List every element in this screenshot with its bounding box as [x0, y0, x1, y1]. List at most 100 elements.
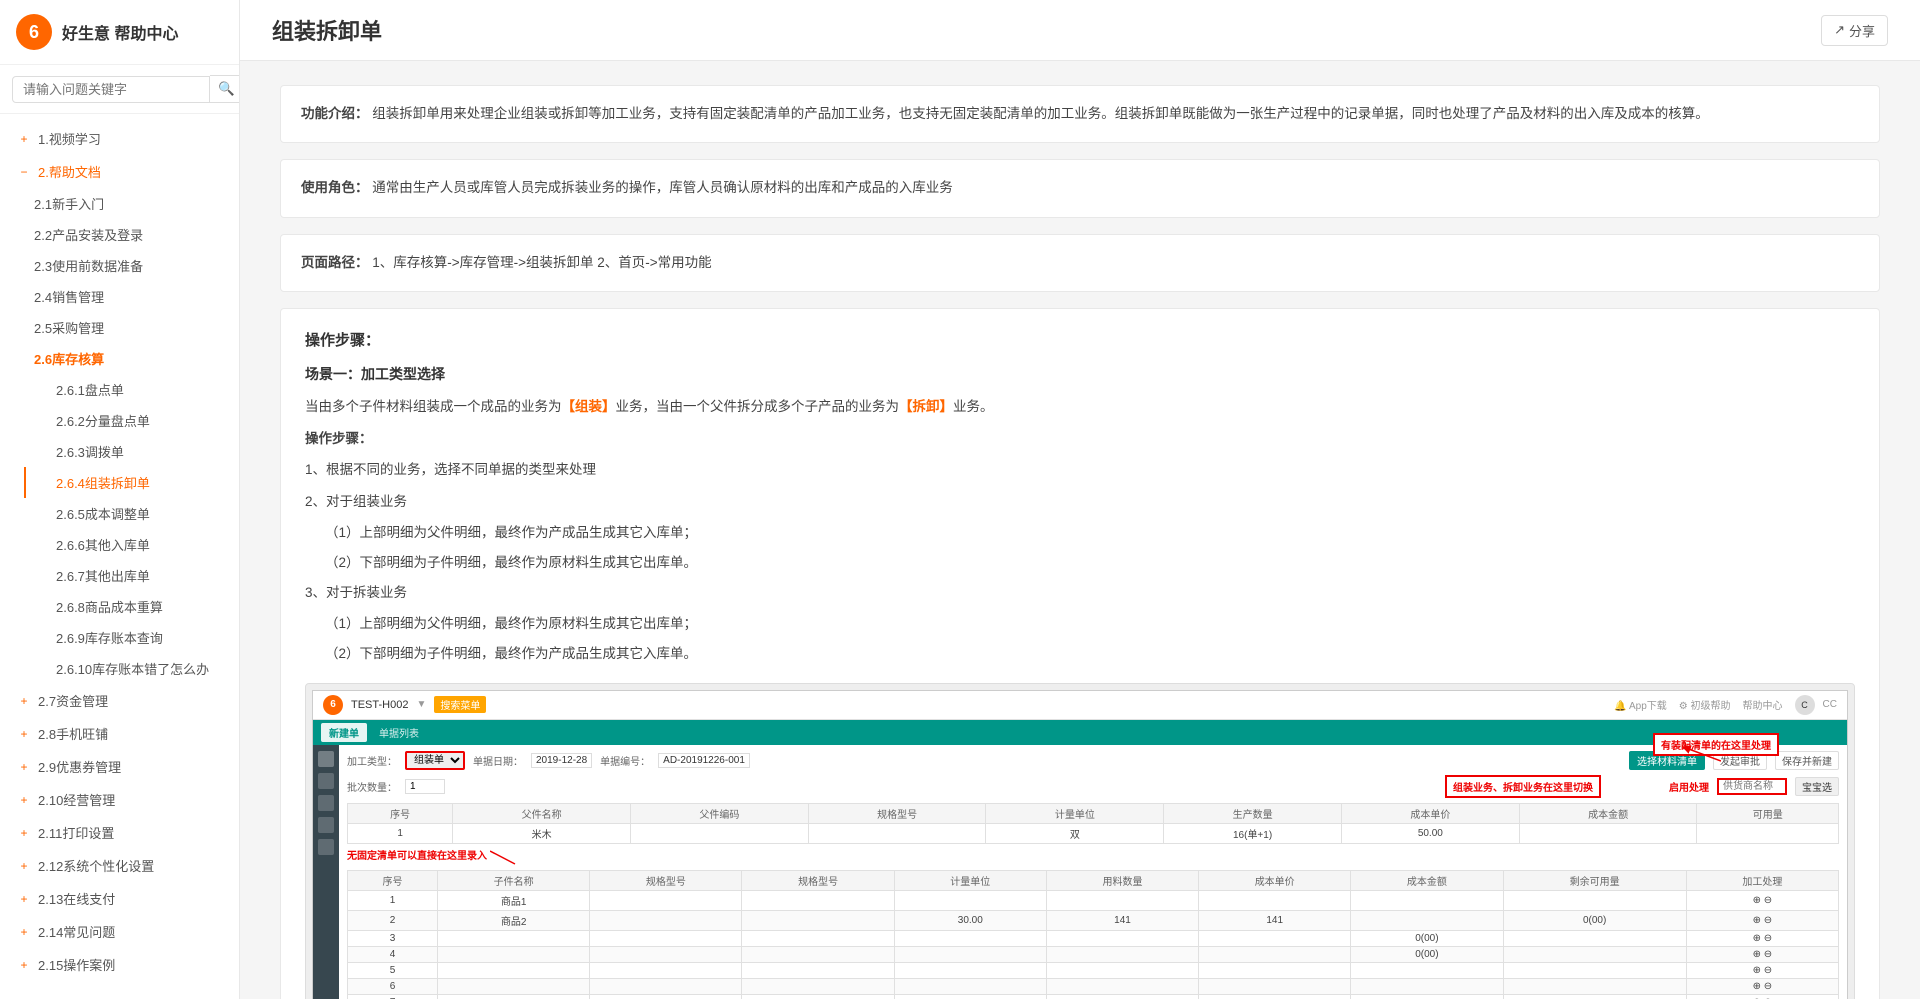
step2: 2、对于组装业务	[305, 489, 1855, 515]
mock-topbar: 6 TEST-H002 ▼ 搜索菜单 🔔 App下载 ⚙ 初级帮助 帮助中心 C…	[313, 691, 1847, 720]
th-amount: 成本金额	[1519, 803, 1697, 823]
sidebar-item-212[interactable]: + 2.12系统个性化设置	[0, 849, 239, 882]
mock-qty-input[interactable]	[405, 779, 445, 794]
sidebar-item-25[interactable]: 2.5采购管理	[24, 312, 239, 343]
page-title: 组装拆卸单	[272, 14, 382, 46]
plus-icon: +	[16, 131, 32, 147]
sidebar-item-label: 2.13在线支付	[38, 889, 115, 908]
sidebar-item-268[interactable]: 2.6.8商品成本重算	[24, 591, 239, 622]
mock-form-row1: 加工类型： 组装单 单据日期： 2019-12-28 单据编号： AD-2019…	[347, 751, 1839, 770]
sidebar-item-263[interactable]: 2.6.3调拨单	[24, 436, 239, 467]
sidebar-item-215[interactable]: + 2.15操作案例	[0, 948, 239, 981]
sidebar-item-210[interactable]: + 2.10经营管理	[0, 783, 239, 816]
mock-child-table: 序号 子件名称 规格型号 规格型号 计量单位 用料数量 成本单价 成本金额	[347, 870, 1839, 999]
sidebar-item-23[interactable]: 2.3使用前数据准备	[24, 250, 239, 281]
mock-select-btn2[interactable]: 宝宝选	[1795, 777, 1839, 796]
scene1-desc: 当由多个子件材料组装成一个成品的业务为【组装】业务，当由一个父件拆分成多个子产品…	[305, 394, 1855, 420]
mock-side-icon	[318, 751, 334, 767]
annotation-box-3: 启用处理	[1669, 779, 1709, 794]
sidebar-item-214[interactable]: + 2.14常见问题	[0, 915, 239, 948]
mock-side-icon4	[318, 817, 334, 833]
sidebar-item-265[interactable]: 2.6.5成本调整单	[24, 498, 239, 529]
mock-tab-list[interactable]: 单据列表	[371, 723, 427, 742]
sidebar-item-label: 2.7资金管理	[38, 691, 108, 710]
sidebar: 6 好生意 帮助中心 🔍 + 1.视频学习 − 2.帮助文档 2.1新手入门 2…	[0, 0, 240, 999]
mock-order-no: AD-20191226-001	[658, 753, 750, 768]
sidebar-item-27[interactable]: + 2.7资金管理	[0, 684, 239, 717]
logo-icon: 6	[16, 14, 52, 50]
sidebar-item-213[interactable]: + 2.13在线支付	[0, 882, 239, 915]
mock-form-row2: 批次数量： 组装业务、拆卸业务在这里切换 启用处理 宝宝选	[347, 775, 1839, 798]
search-input[interactable]	[12, 76, 210, 103]
sidebar-item-269[interactable]: 2.6.9库存账本查询	[24, 622, 239, 653]
sidebar-item-266[interactable]: 2.6.6其他入库单	[24, 529, 239, 560]
share-button[interactable]: ↗ 分享	[1821, 15, 1888, 46]
step1: 1、根据不同的业务，选择不同单据的类型来处理	[305, 457, 1855, 483]
sidebar-item-26[interactable]: 2.6库存核算	[24, 343, 239, 374]
search-box: 🔍	[0, 65, 239, 114]
sidebar-item-22[interactable]: 2.2产品安装及登录	[24, 219, 239, 250]
sidebar-item-docs[interactable]: − 2.帮助文档	[0, 155, 239, 188]
sidebar-item-261[interactable]: 2.6.1盘点单	[24, 374, 239, 405]
sidebar-item-24[interactable]: 2.4销售管理	[24, 281, 239, 312]
sidebar-item-264[interactable]: 2.6.4组装拆卸单	[24, 467, 239, 498]
mock-supplier-input[interactable]	[1717, 778, 1787, 795]
search-button[interactable]: 🔍	[210, 75, 240, 103]
sidebar-item-label: 2.帮助文档	[38, 162, 101, 181]
mock-body: 加工类型： 组装单 单据日期： 2019-12-28 单据编号： AD-2019…	[313, 745, 1847, 999]
mock-label-qty: 批次数量：	[347, 779, 397, 794]
step3-1: （1）上部明细为父件明细，最终作为原材料生成其它出库单；	[305, 611, 1855, 637]
func-intro-card: 功能介绍： 组装拆卸单用来处理企业组装或拆卸等加工业务，支持有固定装配清单的产品…	[280, 85, 1880, 143]
sidebar-item-label: 1.视频学习	[38, 129, 101, 148]
mock-tab-new[interactable]: 新建单	[321, 723, 367, 742]
sidebar-item-label: 2.11打印设置	[38, 823, 114, 842]
main-area: 组装拆卸单 ↗ 分享 功能介绍： 组装拆卸单用来处理企业组装或拆卸等加工业务，支…	[240, 0, 1920, 999]
mock-parent-row: 1 米木 双 16(单+1) 50.00	[348, 823, 1839, 843]
content-area: 功能介绍： 组装拆卸单用来处理企业组装或拆卸等加工业务，支持有固定装配清单的产品…	[240, 61, 1920, 999]
sidebar-item-28[interactable]: + 2.8手机旺铺	[0, 717, 239, 750]
sidebar-item-211[interactable]: + 2.11打印设置	[0, 816, 239, 849]
mock-search-btn[interactable]: 搜索菜单	[434, 696, 486, 713]
mock-child-row-2: 2 商品2 30.00 141 141 0	[348, 910, 1839, 930]
mock-type-select[interactable]: 组装单	[405, 751, 465, 770]
annotation-arrow4	[490, 846, 520, 866]
mock-child-row-7: 7 ⊕ ⊖	[348, 994, 1839, 999]
th-seq: 序号	[348, 803, 453, 823]
mock-form-area: 加工类型： 组装单 单据日期： 2019-12-28 单据编号： AD-2019…	[339, 745, 1847, 999]
sidebar-header: 6 好生意 帮助中心	[0, 0, 239, 65]
sidebar-item-29[interactable]: + 2.9优惠券管理	[0, 750, 239, 783]
func-intro-text: 组装拆卸单用来处理企业组装或拆卸等加工业务，支持有固定装配清单的产品加工业务，也…	[372, 106, 1709, 121]
th-qty: 生产数量	[1164, 803, 1342, 823]
main-header: 组装拆卸单 ↗ 分享	[240, 0, 1920, 61]
sidebar-item-262[interactable]: 2.6.2分量盘点单	[24, 405, 239, 436]
path-card: 页面路径： 1、库存核算->库存管理->组装拆卸单 2、首页->常用功能	[280, 234, 1880, 292]
mock-logo: 6	[323, 695, 343, 715]
annotation-box-2: 组装业务、拆卸业务在这里切换	[1445, 775, 1601, 798]
func-intro-label: 功能介绍：	[301, 106, 369, 121]
th-spec: 规格型号	[808, 803, 986, 823]
mock-side-icon2	[318, 773, 334, 789]
annotation-arrow1	[1681, 743, 1721, 763]
plus-icon: +	[16, 792, 32, 808]
mock-parent-table: 序号 父件名称 父件编码 规格型号 计量单位 生产数量 成本单价 成本金额	[347, 803, 1839, 844]
plus-icon: +	[16, 858, 32, 874]
sidebar-item-videos[interactable]: + 1.视频学习	[0, 122, 239, 155]
step3-2: （2）下部明细为子件明细，最终作为产成品生成其它入库单。	[305, 641, 1855, 667]
role-card: 使用角色： 通常由生产人员或库管人员完成拆装业务的操作，库管人员确认原材料的出库…	[280, 159, 1880, 217]
sidebar-item-2610[interactable]: 2.6.10库存账本错了怎么办	[24, 653, 239, 684]
mock-side-icon3	[318, 795, 334, 811]
mock-child-row-4: 40(00) ⊕ ⊖	[348, 946, 1839, 962]
mock-label-type: 加工类型：	[347, 753, 397, 768]
sidebar-item-label: 2.10经营管理	[38, 790, 115, 809]
sidebar-item-label: 2.9优惠券管理	[38, 757, 121, 776]
sidebar-item-21[interactable]: 2.1新手入门	[24, 188, 239, 219]
sidebar-item-267[interactable]: 2.6.7其他出库单	[24, 560, 239, 591]
mock-save-btn[interactable]: 保存并新建	[1775, 751, 1839, 770]
plus-icon: +	[16, 924, 32, 940]
mock-side-icon5	[318, 839, 334, 855]
plus-icon: +	[16, 759, 32, 775]
annotation4-row: 无固定清单可以直接在这里录入	[347, 846, 1839, 866]
screenshot-wrapper: 6 TEST-H002 ▼ 搜索菜单 🔔 App下载 ⚙ 初级帮助 帮助中心 C…	[305, 683, 1855, 999]
share-icon: ↗	[1834, 22, 1845, 38]
sidebar-item-label: 2.14常见问题	[38, 922, 115, 941]
